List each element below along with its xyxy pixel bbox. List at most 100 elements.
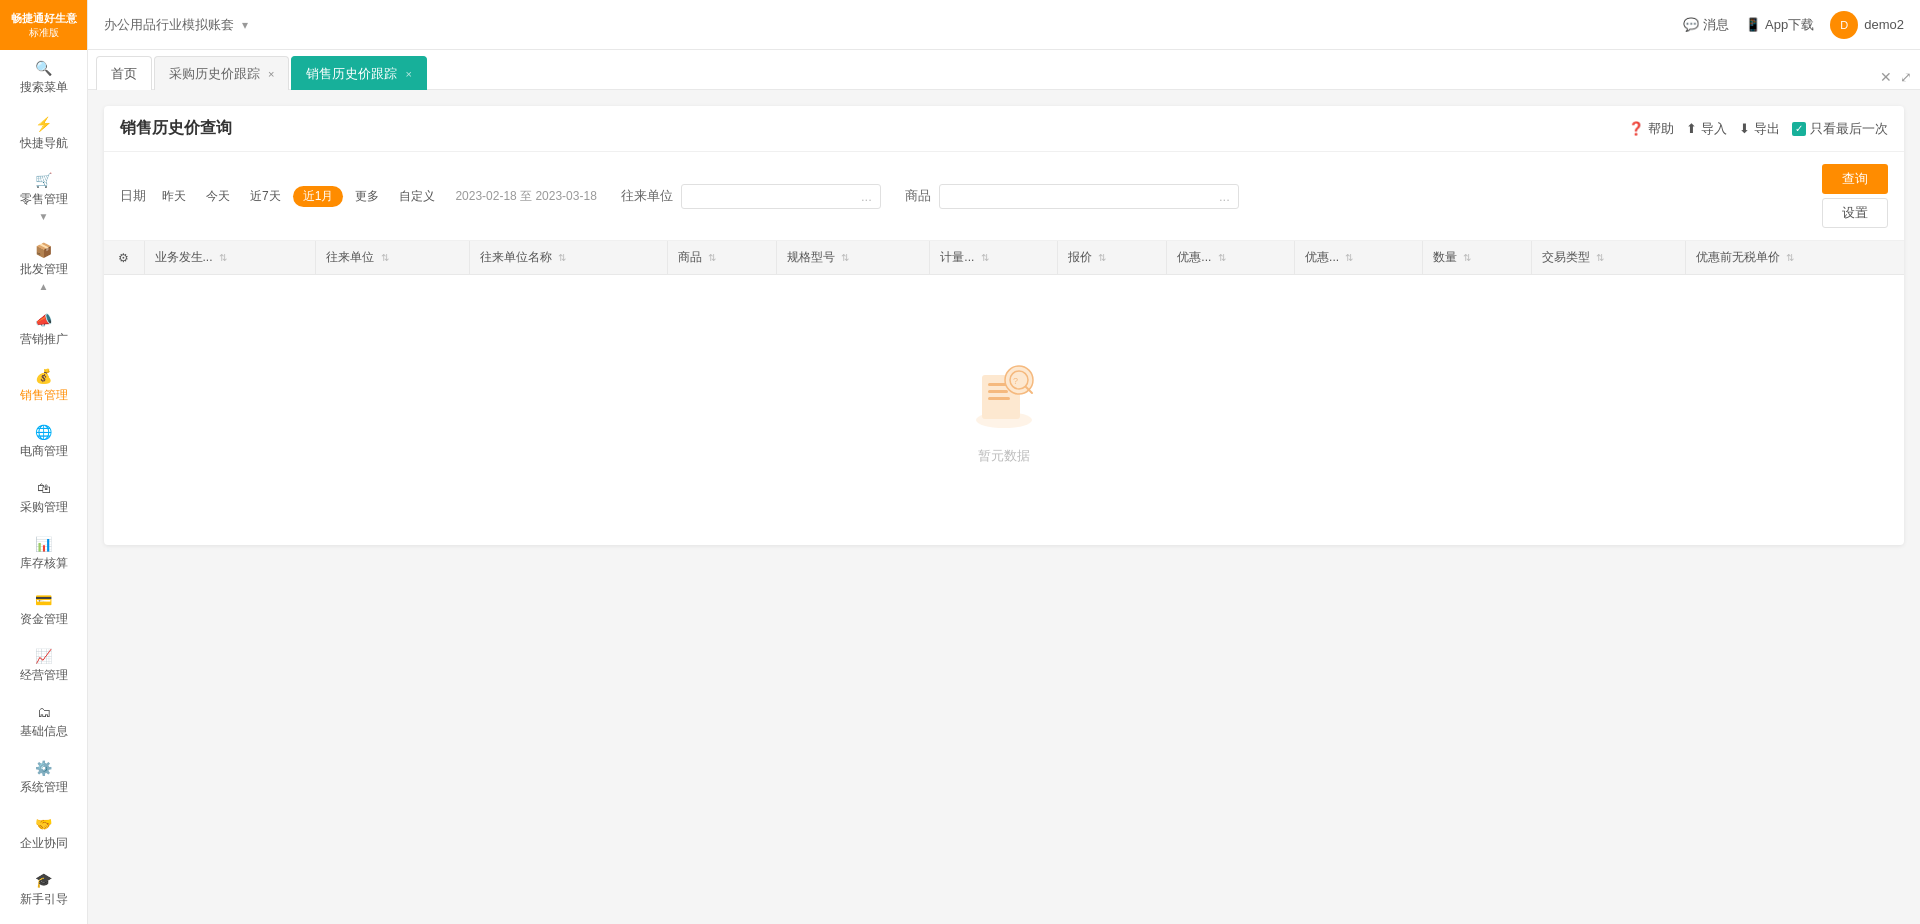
retail-expand-icon: ▼ bbox=[39, 211, 49, 222]
date-filter-group: 日期 昨天 今天 近7天 近1月 更多 自定义 2023-02-18 至 202… bbox=[120, 186, 597, 207]
guide-icon: 🎓 bbox=[35, 872, 52, 888]
enterprise-icon: 🤝 bbox=[35, 816, 52, 832]
date-more[interactable]: 更多 bbox=[347, 186, 387, 207]
avatar: D bbox=[1830, 11, 1858, 39]
partner-filter-label: 往来单位 bbox=[621, 187, 673, 205]
empty-state: ? 暂元数据 bbox=[104, 275, 1904, 545]
app-download-icon: 📱 bbox=[1745, 17, 1761, 32]
sidebar-item-guide[interactable]: 🎓 新手引导 bbox=[0, 862, 88, 918]
help-button[interactable]: ❓ 帮助 bbox=[1628, 120, 1674, 138]
import-button[interactable]: ⬆ 导入 bbox=[1686, 120, 1727, 138]
message-button[interactable]: 💬 消息 bbox=[1683, 16, 1729, 34]
sidebar-item-basic[interactable]: 🗂 基础信息 bbox=[0, 694, 88, 750]
query-button[interactable]: 查询 bbox=[1822, 164, 1888, 194]
ecommerce-icon: 🌐 bbox=[35, 424, 52, 440]
header-left: 办公用品行业模拟账套 ▾ bbox=[104, 16, 248, 34]
date-filter-label: 日期 bbox=[120, 187, 146, 205]
sidebar-item-label: 库存核算 bbox=[20, 555, 68, 572]
date-range-display: 2023-02-18 至 2023-03-18 bbox=[455, 188, 596, 205]
th-partner-code[interactable]: 往来单位 ⇅ bbox=[316, 241, 469, 275]
sidebar-item-system[interactable]: ⚙️ 系统管理 bbox=[0, 750, 88, 806]
export-label: 导出 bbox=[1754, 120, 1780, 138]
sidebar-item-label: 零售管理 bbox=[20, 191, 68, 208]
app-title: 办公用品行业模拟账套 bbox=[104, 16, 234, 34]
product-input[interactable]: ... bbox=[939, 184, 1239, 209]
th-unit[interactable]: 计量... ⇅ bbox=[930, 241, 1058, 275]
marketing-icon: 📣 bbox=[35, 312, 52, 328]
filter-row: 日期 昨天 今天 近7天 近1月 更多 自定义 2023-02-18 至 202… bbox=[104, 152, 1904, 241]
th-biz-date[interactable]: 业务发生... ⇅ bbox=[144, 241, 316, 275]
th-discount2[interactable]: 优惠... ⇅ bbox=[1295, 241, 1423, 275]
date-yesterday[interactable]: 昨天 bbox=[154, 186, 194, 207]
partner-filter-group: 往来单位 ... bbox=[621, 184, 881, 209]
sidebar-item-finance[interactable]: 💳 资金管理 bbox=[0, 582, 88, 638]
sidebar-item-marketing[interactable]: 📣 营销推广 bbox=[0, 302, 88, 358]
sidebar-item-inventory[interactable]: 📊 库存核算 bbox=[0, 526, 88, 582]
date-today[interactable]: 今天 bbox=[198, 186, 238, 207]
system-icon: ⚙️ bbox=[35, 760, 52, 776]
page-card: 销售历史价查询 ❓ 帮助 ⬆ 导入 ⬇ 导出 ✓ bbox=[104, 106, 1904, 545]
only-last-checkbox-label[interactable]: ✓ 只看最后一次 bbox=[1792, 120, 1888, 138]
sort-arrows-trade-type: ⇅ bbox=[1596, 252, 1604, 263]
th-product[interactable]: 商品 ⇅ bbox=[667, 241, 776, 275]
th-discount1[interactable]: 优惠... ⇅ bbox=[1167, 241, 1295, 275]
th-trade-type[interactable]: 交易类型 ⇅ bbox=[1532, 241, 1685, 275]
sidebar-item-label: 销售管理 bbox=[20, 387, 68, 404]
message-label: 消息 bbox=[1703, 16, 1729, 34]
close-all-tabs-icon[interactable]: ✕ bbox=[1880, 69, 1892, 85]
only-last-label: 只看最后一次 bbox=[1810, 120, 1888, 138]
date-custom[interactable]: 自定义 bbox=[391, 186, 443, 207]
page-header: 销售历史价查询 ❓ 帮助 ⬆ 导入 ⬇ 导出 ✓ bbox=[104, 106, 1904, 152]
tab-purchase-history-close-icon[interactable]: × bbox=[268, 68, 274, 80]
sales-history-table: ⚙ 业务发生... ⇅ 往来单位 ⇅ 往来单位名称 ⇅ bbox=[104, 241, 1904, 275]
page-header-actions: ❓ 帮助 ⬆ 导入 ⬇ 导出 ✓ 只看最后一次 bbox=[1628, 120, 1888, 138]
sidebar-logo-text: 畅捷通好生意标准版 bbox=[11, 11, 77, 40]
th-quote[interactable]: 报价 ⇅ bbox=[1058, 241, 1167, 275]
sort-arrows-spec: ⇅ bbox=[841, 252, 849, 263]
setting-button[interactable]: 设置 bbox=[1822, 198, 1888, 228]
page-title: 销售历史价查询 bbox=[120, 118, 232, 139]
export-icon: ⬇ bbox=[1739, 121, 1750, 136]
sort-arrows-pretax-price: ⇅ bbox=[1786, 252, 1794, 263]
th-spec[interactable]: 规格型号 ⇅ bbox=[776, 241, 929, 275]
th-gear[interactable]: ⚙ bbox=[104, 241, 144, 275]
tab-purchase-history[interactable]: 采购历史价跟踪 × bbox=[154, 56, 289, 90]
sidebar-item-purchase[interactable]: 🛍 采购管理 bbox=[0, 470, 88, 526]
sidebar-item-sales[interactable]: 💰 销售管理 bbox=[0, 358, 88, 414]
user-profile-button[interactable]: D demo2 bbox=[1830, 11, 1904, 39]
sidebar-item-operations[interactable]: 📈 经营管理 bbox=[0, 638, 88, 694]
app-download-label: App下载 bbox=[1765, 16, 1814, 34]
sidebar-item-enterprise[interactable]: 🤝 企业协同 bbox=[0, 806, 88, 862]
date-last1m[interactable]: 近1月 bbox=[293, 186, 344, 207]
sidebar-item-label: 电商管理 bbox=[20, 443, 68, 460]
finance-icon: 💳 bbox=[35, 592, 52, 608]
sidebar-item-label: 批发管理 bbox=[20, 261, 68, 278]
date-last7[interactable]: 近7天 bbox=[242, 186, 289, 207]
sidebar-item-label: 采购管理 bbox=[20, 499, 68, 516]
app-download-button[interactable]: 📱 App下载 bbox=[1745, 16, 1814, 34]
th-qty[interactable]: 数量 ⇅ bbox=[1422, 241, 1531, 275]
th-partner-name[interactable]: 往来单位名称 ⇅ bbox=[469, 241, 667, 275]
sidebar-item-retail[interactable]: 🛒 零售管理 ▼ bbox=[0, 162, 88, 232]
sidebar-item-ecommerce[interactable]: 🌐 电商管理 bbox=[0, 414, 88, 470]
tab-sales-history-close-icon[interactable]: × bbox=[405, 68, 411, 80]
maximize-icon[interactable]: ⤢ bbox=[1900, 69, 1912, 85]
export-button[interactable]: ⬇ 导出 bbox=[1739, 120, 1780, 138]
sort-arrows-qty: ⇅ bbox=[1463, 252, 1471, 263]
retail-icon: 🛒 bbox=[35, 172, 52, 188]
partner-input[interactable]: ... bbox=[681, 184, 881, 209]
tab-sales-history[interactable]: 销售历史价跟踪 × bbox=[291, 56, 426, 90]
tab-home[interactable]: 首页 bbox=[96, 56, 152, 90]
search-menu-icon: 🔍 bbox=[35, 60, 52, 76]
sidebar-item-app-center[interactable]: 📲 应用中心 bbox=[0, 918, 88, 924]
message-icon: 💬 bbox=[1683, 17, 1699, 32]
tab-bar: 首页 采购历史价跟踪 × 销售历史价跟踪 × ✕ ⤢ bbox=[88, 50, 1920, 90]
empty-text: 暂元数据 bbox=[978, 447, 1030, 465]
sidebar-item-search-menu[interactable]: 🔍 搜索菜单 bbox=[0, 50, 88, 106]
sidebar-item-quick-nav[interactable]: ⚡ 快捷导航 bbox=[0, 106, 88, 162]
th-pretax-price[interactable]: 优惠前无税单价 ⇅ bbox=[1685, 241, 1904, 275]
table-header-row: ⚙ 业务发生... ⇅ 往来单位 ⇅ 往来单位名称 ⇅ bbox=[104, 241, 1904, 275]
dropdown-arrow-icon[interactable]: ▾ bbox=[242, 18, 248, 32]
sidebar-item-wholesale[interactable]: 📦 批发管理 ▲ bbox=[0, 232, 88, 302]
sales-icon: 💰 bbox=[35, 368, 52, 384]
